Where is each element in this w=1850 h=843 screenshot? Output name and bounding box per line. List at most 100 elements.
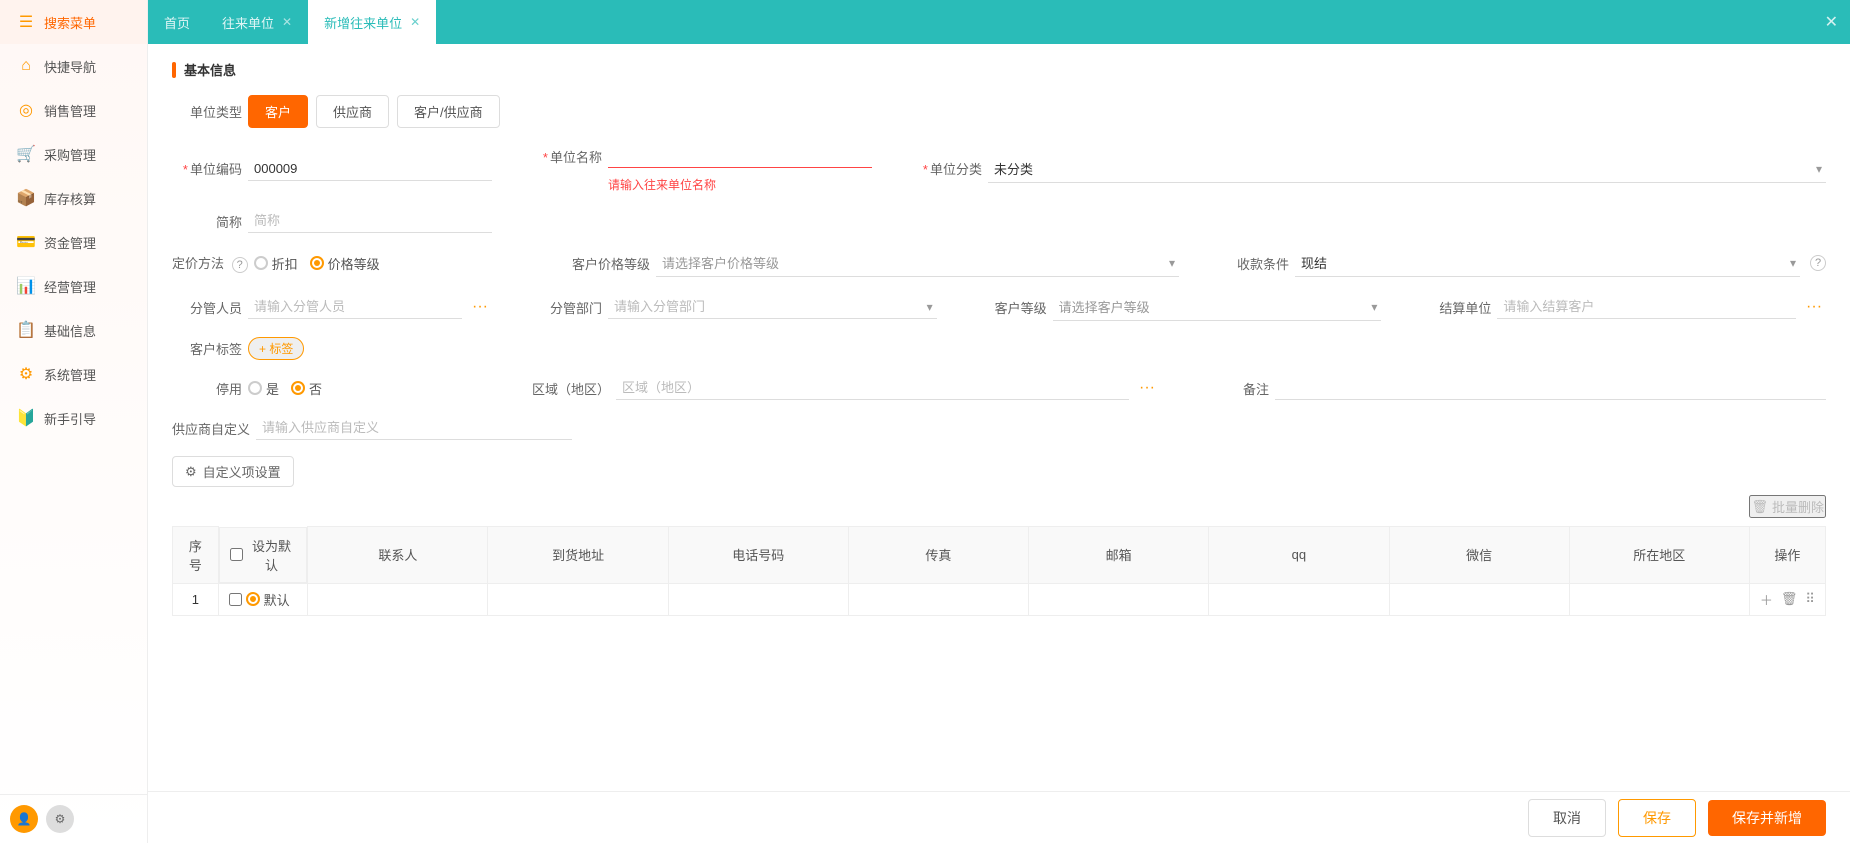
dept-chevron-icon: ▾ <box>927 300 933 314</box>
row-phone[interactable] <box>668 583 848 615</box>
tag-field: 客户标签 + 标签 <box>172 337 1826 360</box>
section-basic-info: 基本信息 <box>148 44 1850 87</box>
close-all-icon[interactable]: ✕ <box>1825 12 1838 32</box>
settings-gear-icon: ⚙ <box>185 464 197 480</box>
remark-input[interactable] <box>1275 376 1826 400</box>
supplier-custom-input[interactable] <box>256 416 572 440</box>
settlement-more-icon[interactable]: ··· <box>1802 298 1826 316</box>
row-region-input[interactable] <box>1580 592 1739 607</box>
disabled-field: 停用 是 否 <box>172 379 492 398</box>
close-new-partner-icon[interactable]: ✕ <box>410 15 420 29</box>
row-delete-icon[interactable]: 🗑 <box>1781 591 1798 607</box>
guide-icon: 🔰 <box>16 408 36 428</box>
customer-level-select[interactable]: 请选择客户等级 ▾ <box>1053 293 1382 321</box>
unit-info-row: *单位编码 *单位名称 请输入往来单位名称 *单位分类 未分类 ▾ <box>172 144 1826 193</box>
sidebar-item-operation[interactable]: 📊 经营管理 <box>0 264 147 308</box>
col-wechat: 微信 <box>1389 527 1569 584</box>
col-phone: 电话号码 <box>668 527 848 584</box>
tab-partner-list[interactable]: 往来单位 ✕ <box>206 0 308 44</box>
save-new-button[interactable]: 保存并新增 <box>1708 800 1826 836</box>
cancel-button[interactable]: 取消 <box>1528 799 1606 837</box>
unit-category-select[interactable]: 未分类 ▾ <box>988 155 1826 183</box>
row-region[interactable] <box>1569 583 1749 615</box>
btn-supplier[interactable]: 供应商 <box>316 95 389 128</box>
sidebar-item-guide[interactable]: 🔰 新手引导 <box>0 396 147 440</box>
sidebar-footer-btn-2[interactable]: ⚙ <box>46 805 74 833</box>
customer-price-level-label: 客户价格等级 <box>572 254 650 273</box>
payment-terms-help-icon[interactable]: ? <box>1810 255 1826 271</box>
sidebar-item-purchase[interactable]: 🛒 采购管理 <box>0 132 147 176</box>
row-contact-input[interactable] <box>318 592 477 607</box>
sidebar-item-system[interactable]: ⚙ 系统管理 <box>0 352 147 396</box>
unit-name-label: *单位名称 <box>532 147 602 166</box>
region-input[interactable] <box>616 376 1129 400</box>
pricing-help-icon[interactable]: ? <box>232 257 248 273</box>
close-partner-list-icon[interactable]: ✕ <box>282 15 292 29</box>
dept-field: 分管部门 ▾ <box>532 295 937 319</box>
supplier-custom-label: 供应商自定义 <box>172 419 250 438</box>
manager-more-icon[interactable]: ··· <box>468 298 492 316</box>
row-checkbox[interactable] <box>229 593 242 606</box>
payment-terms-label: 收款条件 <box>1219 254 1289 273</box>
tab-new-partner[interactable]: 新增往来单位 ✕ <box>308 0 436 44</box>
sidebar-item-basic-info[interactable]: 📋 基础信息 <box>0 308 147 352</box>
home-icon: ⌂ <box>16 56 36 76</box>
customer-price-level-placeholder: 请选择客户价格等级 <box>656 249 1179 277</box>
row-fax-input[interactable] <box>859 592 1018 607</box>
row-qq[interactable] <box>1209 583 1389 615</box>
dept-input[interactable] <box>608 295 937 319</box>
tab-home[interactable]: 首页 <box>148 0 206 44</box>
payment-terms-select[interactable]: 现结 ▾ <box>1295 249 1800 277</box>
add-tag-button[interactable]: + 标签 <box>248 337 304 360</box>
row-address-input[interactable] <box>498 592 657 607</box>
abbr-input[interactable] <box>248 209 492 233</box>
settlement-input[interactable] <box>1497 295 1796 319</box>
unit-name-input[interactable] <box>608 144 872 168</box>
pricing-radio-level[interactable]: 价格等级 <box>310 254 380 273</box>
tag-label: 客户标签 <box>172 339 242 358</box>
row-add-icon[interactable]: ＋ <box>1760 590 1773 609</box>
sidebar-search[interactable]: ☰ 搜索菜单 <box>0 0 147 44</box>
batch-delete-button[interactable]: 🗑 批量删除 <box>1749 495 1826 518</box>
row-drag-icon[interactable]: ⠿ <box>1805 591 1815 607</box>
sidebar-item-quick-nav[interactable]: ⌂ 快捷导航 <box>0 44 147 88</box>
pricing-row: 定价方法 ? 折扣 价格等级 客户 <box>172 249 1826 277</box>
pricing-radio-discount[interactable]: 折扣 <box>254 254 298 273</box>
btn-both[interactable]: 客户/供应商 <box>397 95 500 128</box>
row-phone-input[interactable] <box>679 592 838 607</box>
remark-field: 备注 <box>1199 376 1826 400</box>
save-button[interactable]: 保存 <box>1618 799 1696 837</box>
row-email[interactable] <box>1029 583 1209 615</box>
sidebar-footer-btn-1[interactable]: 👤 <box>10 805 38 833</box>
search-icon: ☰ <box>16 12 36 32</box>
sidebar-item-sales[interactable]: ◎ 销售管理 <box>0 88 147 132</box>
unit-code-input[interactable] <box>248 157 492 181</box>
manager-input[interactable] <box>248 295 462 319</box>
col-default-checkbox[interactable] <box>230 548 243 561</box>
pricing-radio-group: 折扣 价格等级 <box>254 254 380 273</box>
row-fax[interactable] <box>848 583 1028 615</box>
col-qq: qq <box>1209 527 1389 584</box>
row-qq-input[interactable] <box>1219 592 1378 607</box>
row-wechat[interactable] <box>1389 583 1569 615</box>
row-email-input[interactable] <box>1039 592 1198 607</box>
row-contact[interactable] <box>308 583 488 615</box>
row-wechat-input[interactable] <box>1400 592 1559 607</box>
sidebar-item-fund[interactable]: 💳 资金管理 <box>0 220 147 264</box>
pricing-label: 定价方法 ? <box>172 253 248 273</box>
btn-customer[interactable]: 客户 <box>248 95 308 128</box>
col-fax: 传真 <box>848 527 1028 584</box>
disabled-radio-no[interactable]: 否 <box>291 379 322 398</box>
main-content: 首页 往来单位 ✕ 新增往来单位 ✕ ✕ 基本信息 单位类型 客户 <box>148 0 1850 843</box>
custom-settings-button[interactable]: ⚙ 自定义项设置 <box>172 456 294 487</box>
col-contact: 联系人 <box>308 527 488 584</box>
customer-price-level-select[interactable]: 请选择客户价格等级 ▾ <box>656 249 1179 277</box>
form-body: 单位类型 客户 供应商 客户/供应商 *单位编码 *单位名称 <box>148 87 1850 624</box>
disabled-radio-yes[interactable]: 是 <box>248 379 279 398</box>
sidebar-item-stock[interactable]: 📦 库存核算 <box>0 176 147 220</box>
supplier-custom-row: 供应商自定义 <box>172 416 1826 440</box>
region-more-icon[interactable]: ··· <box>1135 379 1159 397</box>
row-address[interactable] <box>488 583 668 615</box>
dept-select[interactable]: ▾ <box>608 295 937 319</box>
row-default-radio[interactable]: 默认 <box>246 590 290 609</box>
